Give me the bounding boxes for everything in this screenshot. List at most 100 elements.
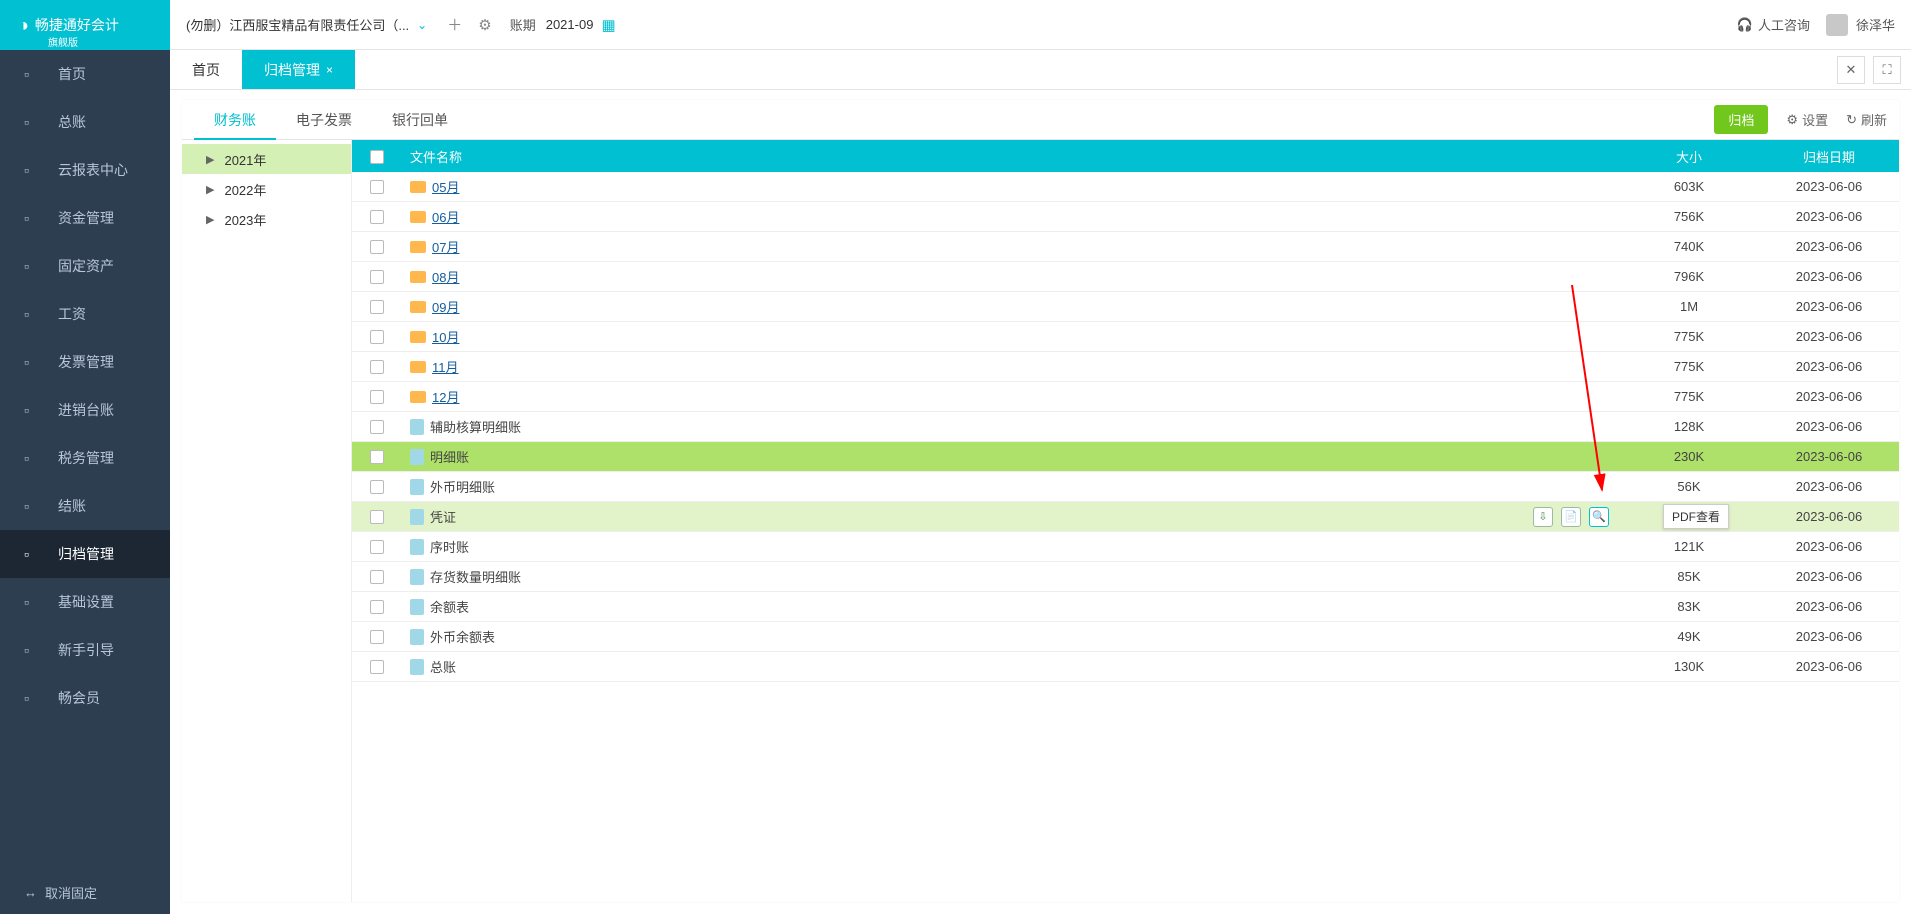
year-node-2[interactable]: ▶2023年: [182, 204, 351, 234]
salary-icon: ▫: [24, 306, 44, 322]
row-checkbox[interactable]: [370, 210, 384, 224]
file-date: 2023-06-06: [1759, 209, 1899, 224]
row-checkbox[interactable]: [370, 300, 384, 314]
row-checkbox[interactable]: [370, 330, 384, 344]
file-size: 130K: [1619, 659, 1759, 674]
sub-tab-1[interactable]: 电子发票: [276, 100, 372, 140]
headset-icon: 🎧: [1737, 17, 1753, 33]
refresh-button[interactable]: ↻刷新: [1846, 110, 1887, 129]
sidebar-item-1[interactable]: ▫总账: [0, 98, 170, 146]
select-all-checkbox[interactable]: [370, 150, 384, 164]
row-checkbox[interactable]: [370, 630, 384, 644]
folder-icon: [410, 361, 426, 373]
file-size: 796K: [1619, 269, 1759, 284]
chevron-down-icon[interactable]: ⌄: [417, 18, 427, 32]
row-checkbox[interactable]: [370, 540, 384, 554]
invoice-icon: ▫: [24, 354, 44, 370]
sidebar-item-2[interactable]: ▫云报表中心: [0, 146, 170, 194]
year-node-1[interactable]: ▶2022年: [182, 174, 351, 204]
file-link[interactable]: 09月: [432, 297, 459, 316]
sidebar-item-8[interactable]: ▫税务管理: [0, 434, 170, 482]
file-link[interactable]: 05月: [432, 177, 459, 196]
file-date: 2023-06-06: [1759, 479, 1899, 494]
row-checkbox[interactable]: [370, 180, 384, 194]
close-tab-button[interactable]: ✕: [1837, 56, 1865, 84]
company-selector[interactable]: (勿删）江西服宝精品有限责任公司（...: [186, 15, 409, 34]
file-link[interactable]: 06月: [432, 207, 459, 226]
row-checkbox[interactable]: [370, 510, 384, 524]
period-value[interactable]: 2021-09: [546, 17, 594, 32]
file-name: 存货数量明细账: [430, 567, 521, 586]
file-icon: [410, 659, 424, 675]
sidebar-item-3[interactable]: ▫资金管理: [0, 194, 170, 242]
file-size: 603K: [1619, 179, 1759, 194]
table-row: 10月775K2023-06-06: [352, 322, 1899, 352]
archive-button[interactable]: 归档: [1714, 105, 1768, 134]
ai-consult[interactable]: 🎧 人工咨询: [1737, 15, 1810, 34]
sub-tabs: 财务账电子发票银行回单: [194, 100, 468, 140]
row-checkbox[interactable]: [370, 600, 384, 614]
page-tab-0[interactable]: 首页: [170, 50, 242, 89]
sidebar-item-5[interactable]: ▫ 工资: [0, 290, 170, 338]
calendar-icon[interactable]: ▦: [601, 16, 615, 34]
download-action[interactable]: ⇩: [1533, 507, 1553, 527]
pdf-action[interactable]: 📄: [1561, 507, 1581, 527]
sidebar-item-12[interactable]: ▫新手引导: [0, 626, 170, 674]
sidebar-item-7[interactable]: ▫进销台账: [0, 386, 170, 434]
view-action[interactable]: 🔍: [1589, 507, 1609, 527]
file-size: 121K: [1619, 539, 1759, 554]
file-link[interactable]: 12月: [432, 387, 459, 406]
table-row: 07月740K2023-06-06: [352, 232, 1899, 262]
caret-right-icon: ▶: [206, 183, 214, 196]
settings-button[interactable]: ⚙设置: [1786, 110, 1828, 129]
page-tab-1[interactable]: 归档管理 ×: [242, 50, 355, 89]
file-date: 2023-06-06: [1759, 389, 1899, 404]
sidebar-item-label: 首页: [58, 64, 86, 84]
table-row: 外币余额表49K2023-06-06: [352, 622, 1899, 652]
file-name: 余额表: [430, 597, 469, 616]
sidebar-item-13[interactable]: ▫畅会员: [0, 674, 170, 722]
tax-icon: ▫: [24, 450, 44, 466]
archive-icon: ▫: [24, 546, 44, 562]
tab-label: 归档管理: [264, 60, 320, 80]
gear-icon[interactable]: ⚙: [478, 16, 491, 34]
sidebar-item-4[interactable]: ▫固定资产: [0, 242, 170, 290]
app-edition: 旗舰版: [48, 34, 78, 49]
file-name: 外币明细账: [430, 477, 495, 496]
fullscreen-button[interactable]: ⛶: [1873, 56, 1901, 84]
sidebar-item-11[interactable]: ▫基础设置: [0, 578, 170, 626]
row-checkbox[interactable]: [370, 660, 384, 674]
sidebar-item-0[interactable]: ▫首页: [0, 50, 170, 98]
unpin-sidebar[interactable]: ↔ 取消固定: [0, 871, 170, 914]
row-checkbox[interactable]: [370, 270, 384, 284]
file-link[interactable]: 08月: [432, 267, 459, 286]
sub-tab-2[interactable]: 银行回单: [372, 100, 468, 140]
sidebar-item-label: 工资: [58, 304, 86, 324]
file-icon: [410, 629, 424, 645]
sub-tab-0[interactable]: 财务账: [194, 100, 276, 140]
file-size: 56K: [1619, 479, 1759, 494]
file-name: 外币余额表: [430, 627, 495, 646]
user-menu[interactable]: 徐泽华: [1826, 14, 1895, 36]
folder-icon: [410, 391, 426, 403]
row-checkbox[interactable]: [370, 570, 384, 584]
add-icon[interactable]: ＋: [447, 14, 462, 35]
row-checkbox[interactable]: [370, 450, 384, 464]
file-link[interactable]: 10月: [432, 327, 459, 346]
row-checkbox[interactable]: [370, 240, 384, 254]
row-checkbox[interactable]: [370, 390, 384, 404]
file-icon: [410, 419, 424, 435]
sidebar-item-6[interactable]: ▫发票管理: [0, 338, 170, 386]
file-link[interactable]: 11月: [432, 357, 459, 376]
file-icon: [410, 599, 424, 615]
row-checkbox[interactable]: [370, 420, 384, 434]
file-link[interactable]: 07月: [432, 237, 459, 256]
close-icon[interactable]: ×: [326, 63, 333, 77]
year-node-0[interactable]: ▶2021年: [182, 144, 351, 174]
topbar: (勿删）江西服宝精品有限责任公司（... ⌄ ＋ ⚙ 账期 2021-09 ▦ …: [170, 0, 1911, 50]
file-date: 2023-06-06: [1759, 599, 1899, 614]
sidebar-item-9[interactable]: ▫结账: [0, 482, 170, 530]
row-checkbox[interactable]: [370, 480, 384, 494]
row-checkbox[interactable]: [370, 360, 384, 374]
sidebar-item-10[interactable]: ▫归档管理: [0, 530, 170, 578]
